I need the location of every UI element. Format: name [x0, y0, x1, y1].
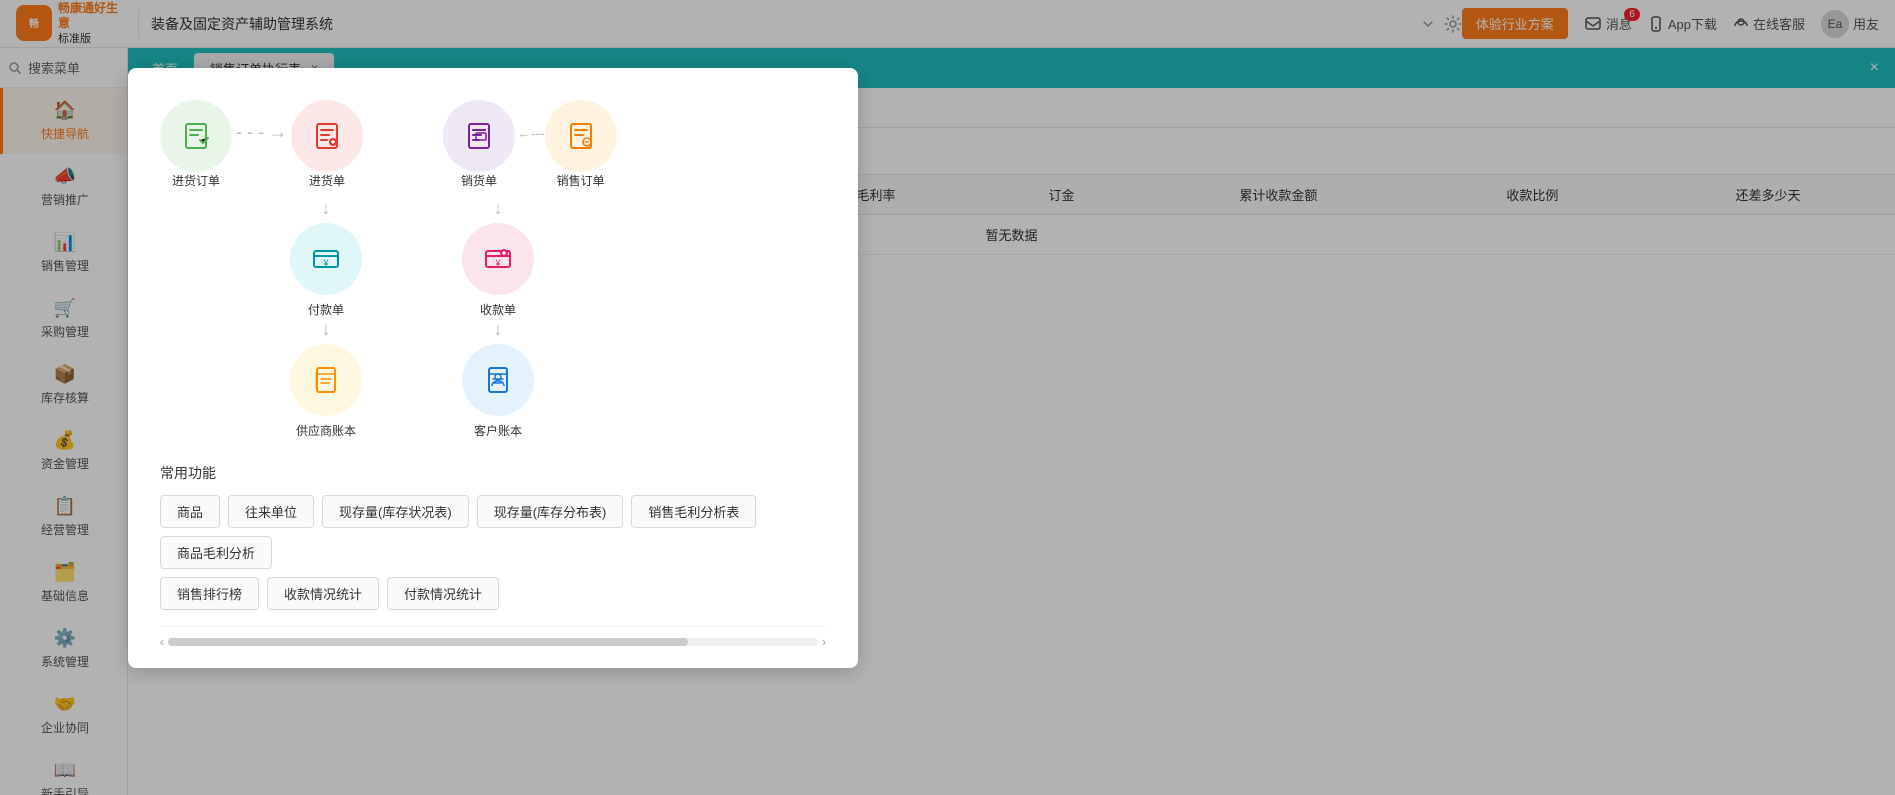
btn-receipt-stats[interactable]: 收款情况统计	[267, 577, 379, 610]
btn-sales-profit[interactable]: 销售毛利分析表	[631, 495, 756, 528]
receipt-bill-icon[interactable]: ¥	[462, 223, 534, 295]
receipt-bill-label: 收款单	[480, 301, 516, 318]
scroll-track[interactable]	[168, 638, 818, 646]
customer-account-icon[interactable]	[462, 344, 534, 416]
flow-col-receipt: ↓ ¥ 收款单	[462, 197, 534, 318]
btn-partners[interactable]: 往来单位	[228, 495, 314, 528]
btn-sales-rank[interactable]: 销售排行榜	[160, 577, 259, 610]
sales-bill-label: 销货单	[461, 172, 497, 189]
flow-col-customer-account: ↓ 客户账本	[462, 318, 534, 439]
svg-text:¥: ¥	[322, 258, 329, 268]
flow-item-sales-order[interactable]: 销售订单	[545, 100, 617, 189]
popup: 进货订单 - - - →	[128, 68, 858, 668]
supplier-account-label: 供应商账本	[296, 422, 356, 439]
popup-overlay[interactable]: 进货订单 - - - →	[0, 0, 1895, 795]
down-arrow-payment: ↓	[322, 199, 331, 217]
flow-main-row: 进货订单 - - - →	[160, 100, 826, 439]
common-buttons-row2: 销售排行榜 收款情况统计 付款情况统计	[160, 577, 826, 610]
sales-bill-icon	[443, 100, 515, 172]
payment-bill-icon[interactable]: ¥	[290, 223, 362, 295]
scroll-right-btn[interactable]: ›	[822, 635, 826, 649]
btn-payment-stats[interactable]: 付款情况统计	[387, 577, 499, 610]
scroll-left-btn[interactable]: ‹	[160, 635, 164, 649]
btn-goods[interactable]: 商品	[160, 495, 220, 528]
scroll-bar-area: ‹ ›	[160, 626, 826, 649]
supplier-account-icon[interactable]	[290, 344, 362, 416]
purchase-order-icon	[160, 100, 232, 172]
down-arrow-receipt: ↓	[494, 199, 503, 217]
customer-account-label: 客户账本	[474, 422, 522, 439]
common-functions-title: 常用功能	[160, 463, 826, 483]
btn-stock-status[interactable]: 现存量(库存状况表)	[322, 495, 469, 528]
flow-item-purchase-bill[interactable]: 进货单	[291, 100, 363, 189]
dashed-arrow-1: ← - - -	[517, 125, 543, 141]
svg-text:¥: ¥	[494, 258, 501, 268]
purchase-order-label: 进货订单	[172, 172, 220, 189]
arrow-1: - - - →	[236, 122, 287, 143]
flow-item-purchase-order[interactable]: 进货订单	[160, 100, 232, 189]
purchase-bill-icon	[291, 100, 363, 172]
common-functions-section: 常用功能 商品 往来单位 现存量(库存状况表) 现存量(库存分布表) 销售毛利分…	[160, 463, 826, 610]
btn-goods-profit[interactable]: 商品毛利分析	[160, 536, 272, 569]
scroll-thumb	[168, 638, 688, 646]
down-arrow-supplier: ↓	[322, 320, 331, 338]
common-buttons-row1: 商品 往来单位 现存量(库存状况表) 现存量(库存分布表) 销售毛利分析表 商品…	[160, 495, 826, 569]
purchase-bill-label: 进货单	[309, 172, 345, 189]
down-arrow-customer: ↓	[494, 320, 503, 338]
sales-order-icon	[545, 100, 617, 172]
flow-col-supplier-account: ↓ 供应商账本	[290, 318, 362, 439]
payment-bill-label: 付款单	[308, 301, 344, 318]
btn-stock-dist[interactable]: 现存量(库存分布表)	[477, 495, 624, 528]
flow-col-payment: ↓ ¥ 付款单	[290, 197, 362, 318]
flow-section: 进货订单 - - - →	[160, 100, 826, 439]
flow-item-sales-bill[interactable]: 销货单	[443, 100, 515, 189]
sales-order-label: 销售订单	[557, 172, 605, 189]
